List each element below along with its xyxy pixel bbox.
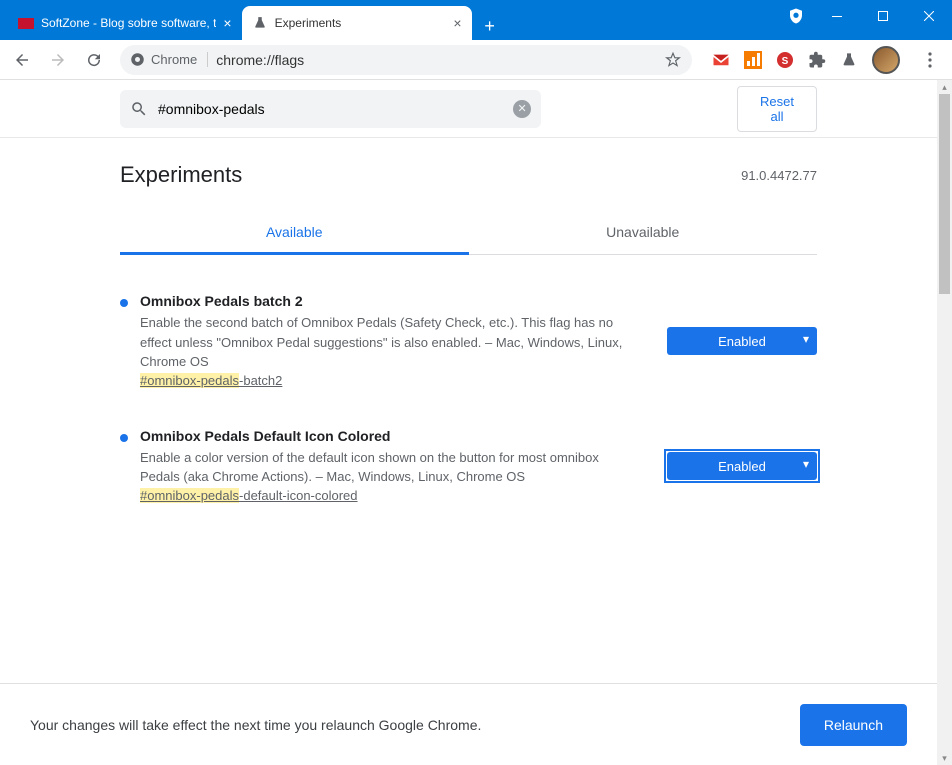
tab-unavailable[interactable]: Unavailable bbox=[469, 212, 818, 254]
gmail-icon[interactable] bbox=[712, 51, 730, 69]
clear-search-button[interactable]: ✕ bbox=[513, 100, 531, 118]
close-icon[interactable]: × bbox=[223, 15, 231, 31]
content-tabs: Available Unavailable bbox=[120, 212, 817, 255]
scrollbar[interactable]: ▴ ▾ bbox=[937, 80, 952, 765]
chrome-icon bbox=[130, 52, 145, 67]
flag-title: Omnibox Pedals Default Icon Colored bbox=[140, 428, 631, 444]
maximize-button[interactable] bbox=[860, 0, 906, 32]
close-window-button[interactable] bbox=[906, 0, 952, 32]
relaunch-button[interactable]: Relaunch bbox=[800, 704, 907, 746]
modified-dot-icon bbox=[120, 299, 128, 307]
bookmark-star-icon[interactable] bbox=[664, 51, 682, 69]
relaunch-message: Your changes will take effect the next t… bbox=[30, 717, 481, 733]
flask-ext-icon[interactable] bbox=[840, 51, 858, 69]
scroll-down-icon[interactable]: ▾ bbox=[937, 751, 952, 765]
flag-item: Omnibox Pedals batch 2 Enable the second… bbox=[120, 293, 817, 390]
search-box[interactable]: ✕ bbox=[120, 90, 541, 128]
seo-ext-icon[interactable]: S bbox=[776, 51, 794, 69]
forward-button[interactable] bbox=[42, 44, 74, 76]
flag-hash-link[interactable]: #omnibox-pedals-batch2 bbox=[140, 373, 282, 388]
chrome-origin-chip: Chrome bbox=[130, 52, 208, 67]
search-icon bbox=[130, 100, 148, 118]
flag-description: Enable the second batch of Omnibox Pedal… bbox=[140, 313, 631, 372]
minimize-button[interactable] bbox=[814, 0, 860, 32]
flag-state-select[interactable]: Enabled bbox=[667, 327, 817, 355]
favicon-softzone bbox=[18, 18, 34, 29]
back-button[interactable] bbox=[6, 44, 38, 76]
relaunch-bar: Your changes will take effect the next t… bbox=[0, 683, 937, 765]
analytics-icon[interactable] bbox=[744, 51, 762, 69]
browser-tab-softzone[interactable]: SoftZone - Blog sobre software, t × bbox=[8, 6, 242, 40]
flags-search-bar: ✕ Reset all bbox=[0, 80, 937, 138]
scrollbar-thumb[interactable] bbox=[939, 94, 950, 294]
browser-tab-experiments[interactable]: Experiments × bbox=[242, 6, 472, 40]
reload-button[interactable] bbox=[78, 44, 110, 76]
page-viewport: ✕ Reset all Experiments 91.0.4472.77 Ava… bbox=[0, 80, 937, 765]
scroll-up-icon[interactable]: ▴ bbox=[937, 80, 952, 94]
tab-available[interactable]: Available bbox=[120, 212, 469, 255]
reset-all-button[interactable]: Reset all bbox=[737, 86, 817, 132]
flag-title: Omnibox Pedals batch 2 bbox=[140, 293, 631, 309]
flask-icon bbox=[252, 15, 268, 31]
extensions-area: S bbox=[702, 46, 910, 74]
extensions-puzzle-icon[interactable] bbox=[808, 51, 826, 69]
svg-text:S: S bbox=[782, 56, 789, 67]
tab-title: Experiments bbox=[275, 16, 447, 30]
flag-item: Omnibox Pedals Default Icon Colored Enab… bbox=[120, 428, 817, 505]
browser-tabs: SoftZone - Blog sobre software, t × Expe… bbox=[0, 0, 786, 40]
menu-button[interactable] bbox=[914, 44, 946, 76]
version-text: 91.0.4472.77 bbox=[741, 168, 817, 183]
flag-state-select[interactable]: Enabled bbox=[667, 452, 817, 480]
new-tab-button[interactable]: + bbox=[476, 12, 504, 40]
shield-icon[interactable] bbox=[786, 6, 806, 26]
tab-title: SoftZone - Blog sobre software, t bbox=[41, 16, 216, 30]
flag-description: Enable a color version of the default ic… bbox=[140, 448, 631, 487]
profile-avatar[interactable] bbox=[872, 46, 900, 74]
close-icon[interactable]: × bbox=[453, 15, 461, 31]
window-controls bbox=[814, 0, 952, 32]
title-bar: SoftZone - Blog sobre software, t × Expe… bbox=[0, 0, 952, 40]
page-title: Experiments bbox=[120, 162, 242, 188]
url-text: chrome://flags bbox=[216, 52, 656, 68]
browser-toolbar: Chrome chrome://flags S bbox=[0, 40, 952, 80]
modified-dot-icon bbox=[120, 434, 128, 442]
address-bar[interactable]: Chrome chrome://flags bbox=[120, 45, 692, 75]
search-input[interactable] bbox=[158, 101, 503, 117]
flag-hash-link[interactable]: #omnibox-pedals-default-icon-colored bbox=[140, 488, 358, 503]
